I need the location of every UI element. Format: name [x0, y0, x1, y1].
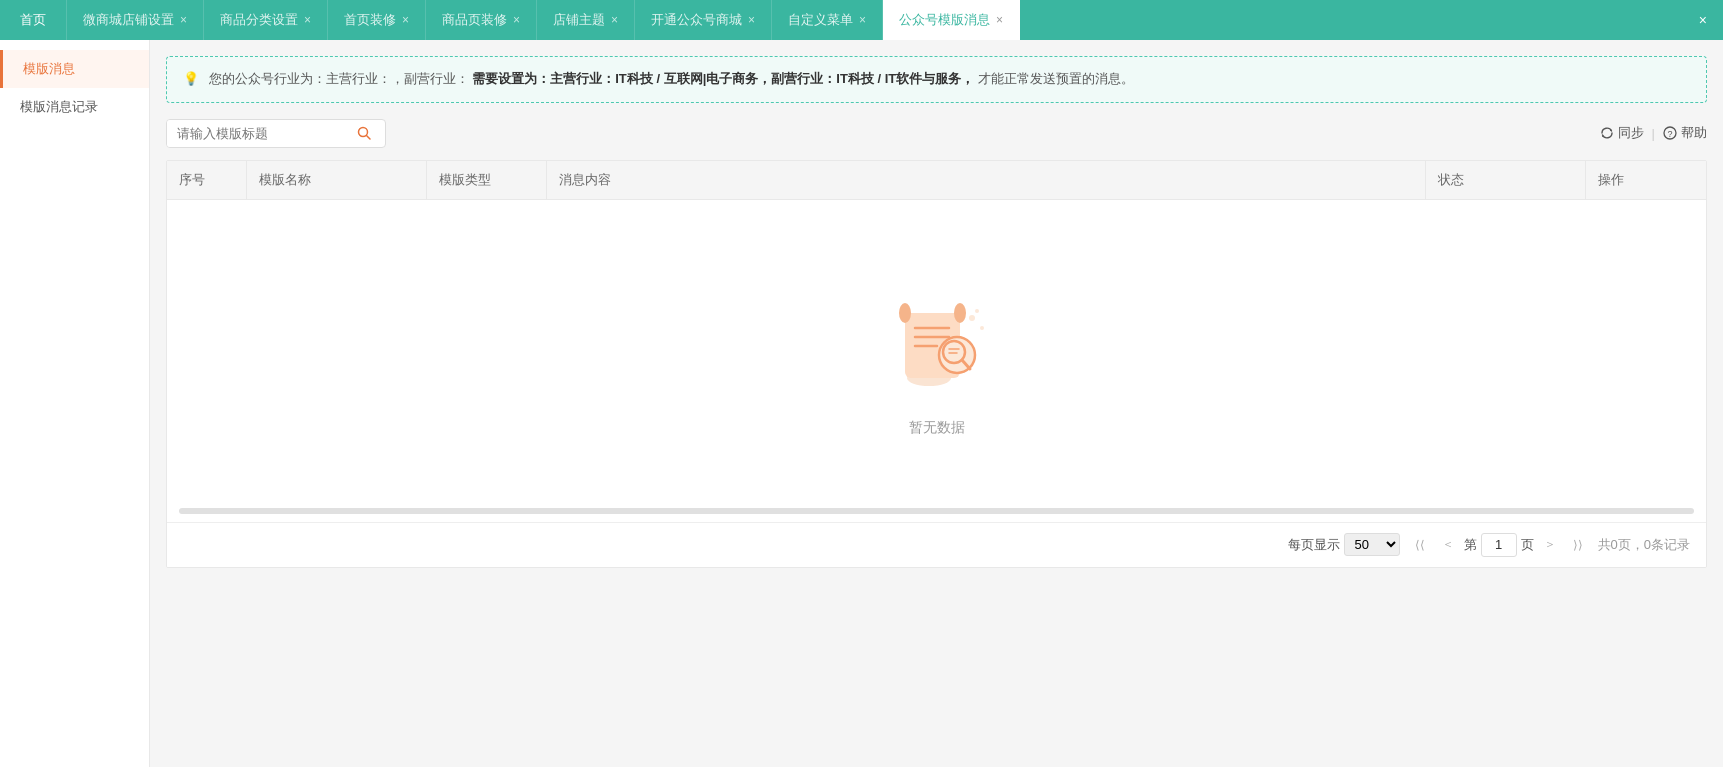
last-page-button[interactable]: ⟩⟩ — [1566, 533, 1590, 557]
table-header: 序号 模版名称 模版类型 消息内容 状态 操作 — [167, 161, 1706, 200]
empty-text: 暂无数据 — [909, 419, 965, 437]
page-size-label: 每页显示 — [1288, 536, 1340, 554]
tab-label: 店铺主题 — [553, 11, 605, 29]
main-layout: 模版消息 模版消息记录 💡 您的公众号行业为：主营行业：，副营行业： 需要设置为… — [0, 40, 1723, 767]
svg-text:?: ? — [1667, 129, 1672, 139]
table-body-empty: 暂无数据 — [167, 200, 1706, 500]
svg-point-6 — [899, 303, 911, 323]
col-content: 消息内容 — [547, 161, 1426, 199]
pagination-row: 每页显示 50 20 100 ⟨⟨ ＜ 第 页 ＞ ⟩⟩ 共0页，0条记 — [167, 522, 1706, 567]
content-area: 💡 您的公众号行业为：主营行业：，副营行业： 需要设置为：主营行业：IT科技 /… — [150, 40, 1723, 767]
svg-point-7 — [954, 303, 966, 323]
top-nav: 首页 微商城店铺设置 × 商品分类设置 × 首页装修 × 商品页装修 × 店铺主… — [0, 0, 1723, 40]
sidebar-item-label: 模版消息 — [23, 61, 75, 76]
close-icon[interactable]: × — [859, 13, 866, 27]
close-icon[interactable]: × — [513, 13, 520, 27]
col-type: 模版类型 — [427, 161, 547, 199]
tab-product-category[interactable]: 商品分类设置 × — [204, 0, 328, 40]
empty-state-illustration — [877, 283, 997, 403]
sidebar-item-template-message[interactable]: 模版消息 — [0, 50, 149, 88]
tab-label: 公众号模版消息 — [899, 11, 990, 29]
horizontal-scrollbar[interactable] — [167, 508, 1706, 514]
col-action-label: 操作 — [1598, 172, 1624, 187]
page-total: 共0页，0条记录 — [1598, 536, 1690, 554]
tab-label: 开通公众号商城 — [651, 11, 742, 29]
tab-label: 商品页装修 — [442, 11, 507, 29]
close-icon[interactable]: × — [304, 13, 311, 27]
col-type-label: 模版类型 — [439, 172, 491, 187]
col-index-label: 序号 — [179, 172, 205, 187]
sidebar-item-label: 模版消息记录 — [20, 99, 98, 114]
svg-point-16 — [969, 315, 975, 321]
svg-line-1 — [367, 136, 371, 140]
notice-highlight: 需要设置为：主营行业：IT科技 / 互联网|电子商务，副营行业：IT科技 / I… — [472, 71, 974, 86]
search-input-wrapper — [166, 119, 386, 148]
tab-home-decoration[interactable]: 首页装修 × — [328, 0, 426, 40]
prev-page-button[interactable]: ＜ — [1436, 533, 1460, 557]
tab-product-decoration[interactable]: 商品页装修 × — [426, 0, 537, 40]
col-action: 操作 — [1586, 161, 1706, 199]
close-icon[interactable]: × — [996, 13, 1003, 27]
search-button[interactable] — [347, 126, 381, 140]
page-label-prefix: 第 — [1464, 536, 1477, 554]
search-icon — [357, 126, 371, 140]
page-number-input[interactable] — [1481, 533, 1517, 557]
col-name: 模版名称 — [247, 161, 427, 199]
help-label: 帮助 — [1681, 124, 1707, 142]
tab-template-msg[interactable]: 公众号模版消息 × — [883, 0, 1020, 40]
page-size-dropdown[interactable]: 50 20 100 — [1344, 533, 1400, 556]
tab-custom-menu[interactable]: 自定义菜单 × — [772, 0, 883, 40]
next-page-button[interactable]: ＞ — [1538, 533, 1562, 557]
global-close-icon: × — [1699, 12, 1707, 28]
tab-label: 微商城店铺设置 — [83, 11, 174, 29]
notice-icon: 💡 — [183, 71, 199, 86]
sync-label: 同步 — [1618, 124, 1644, 142]
scrollbar-track — [179, 508, 1694, 514]
sync-icon — [1600, 126, 1614, 140]
toolbar-right: 同步 | ? 帮助 — [1600, 124, 1707, 142]
first-page-button[interactable]: ⟨⟨ — [1408, 533, 1432, 557]
toolbar-divider: | — [1652, 126, 1655, 141]
tab-label: 商品分类设置 — [220, 11, 298, 29]
search-input[interactable] — [167, 120, 347, 147]
search-row: 同步 | ? 帮助 — [166, 119, 1707, 148]
col-status: 状态 — [1426, 161, 1586, 199]
close-icon[interactable]: × — [611, 13, 618, 27]
sync-button[interactable]: 同步 — [1600, 124, 1644, 142]
global-close-button[interactable]: × — [1683, 12, 1723, 28]
svg-point-17 — [980, 326, 984, 330]
table-container: 序号 模版名称 模版类型 消息内容 状态 操作 — [166, 160, 1707, 568]
page-navigation: ⟨⟨ ＜ 第 页 ＞ ⟩⟩ — [1408, 533, 1590, 557]
tab-wechat-store[interactable]: 微商城店铺设置 × — [67, 0, 204, 40]
home-tab-label: 首页 — [20, 11, 46, 29]
notice-text-suffix: 才能正常发送预置的消息。 — [978, 71, 1134, 86]
tab-label: 自定义菜单 — [788, 11, 853, 29]
close-icon[interactable]: × — [748, 13, 755, 27]
close-icon[interactable]: × — [402, 13, 409, 27]
close-icon[interactable]: × — [180, 13, 187, 27]
sidebar-item-template-record[interactable]: 模版消息记录 — [0, 88, 149, 126]
tab-home[interactable]: 首页 — [0, 0, 67, 40]
col-status-label: 状态 — [1438, 172, 1464, 187]
sidebar: 模版消息 模版消息记录 — [0, 40, 150, 767]
page-size-select: 每页显示 50 20 100 — [1288, 533, 1400, 556]
tab-store-theme[interactable]: 店铺主题 × — [537, 0, 635, 40]
col-name-label: 模版名称 — [259, 172, 311, 187]
notice-box: 💡 您的公众号行业为：主营行业：，副营行业： 需要设置为：主营行业：IT科技 /… — [166, 56, 1707, 103]
page-label-suffix: 页 — [1521, 536, 1534, 554]
notice-text-prefix: 您的公众号行业为：主营行业：，副营行业： — [209, 71, 469, 86]
svg-point-18 — [975, 309, 979, 313]
col-index: 序号 — [167, 161, 247, 199]
tab-open-mall[interactable]: 开通公众号商城 × — [635, 0, 772, 40]
help-icon: ? — [1663, 126, 1677, 140]
tab-label: 首页装修 — [344, 11, 396, 29]
help-button[interactable]: ? 帮助 — [1663, 124, 1707, 142]
col-content-label: 消息内容 — [559, 172, 611, 187]
